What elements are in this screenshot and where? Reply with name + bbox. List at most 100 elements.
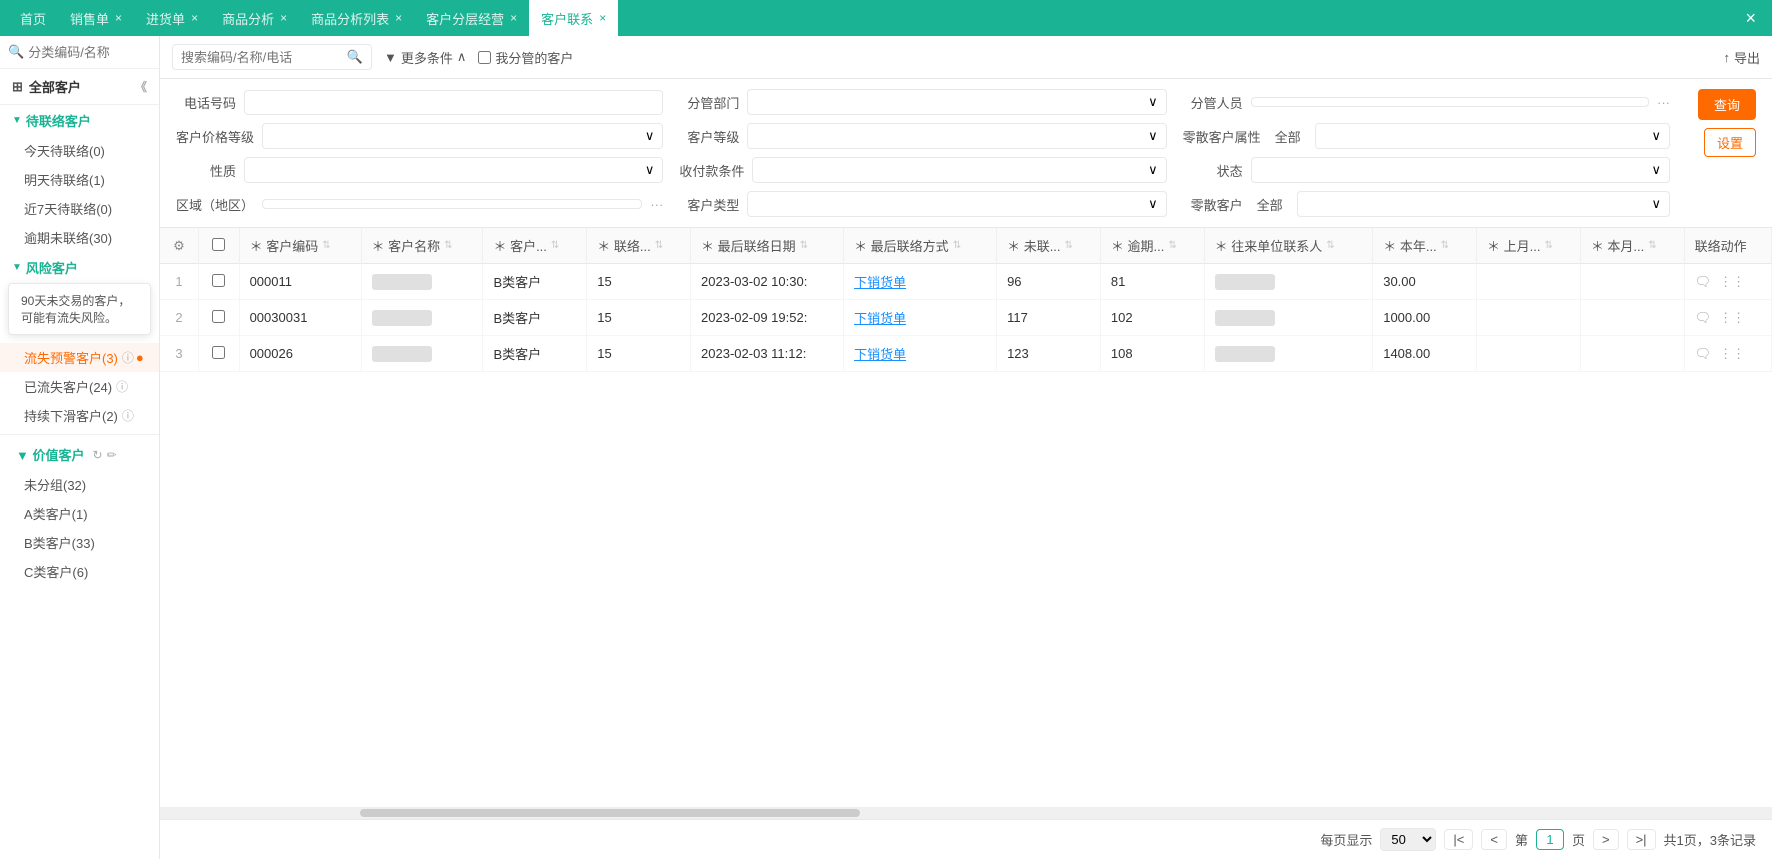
nature-select[interactable]: ∨ [244,157,663,183]
action-icon-more[interactable]: ⋮⋮ [1719,310,1745,326]
prev-page-btn[interactable]: < [1481,829,1507,850]
row-checkbox[interactable] [212,274,225,287]
cell-code: 000026 [239,336,361,372]
tab-analysis-list[interactable]: 商品分析列表 × [299,0,414,36]
th-name[interactable]: ＊ 客户名称 ⇅ [361,228,483,264]
cell-this-year: 1408.00 [1373,336,1477,372]
th-overdue[interactable]: ＊ 逾期... ⇅ [1100,228,1204,264]
query-button[interactable]: 查询 [1698,89,1756,120]
tab-sales-close[interactable]: × [115,11,122,25]
tab-customer-layers[interactable]: 客户分层经营 × [414,0,529,36]
cell-last-method[interactable]: 下销货单 [844,336,997,372]
person-select[interactable] [1251,97,1649,107]
tab-analysis-list-close[interactable]: × [395,11,402,25]
last-page-btn[interactable]: >| [1627,829,1656,850]
blurred-name [372,346,432,362]
next-page-btn[interactable]: > [1593,829,1619,850]
sidebar-group-value[interactable]: ▼ 价值客户 [16,445,85,464]
select-all-checkbox[interactable] [212,238,225,251]
edit-icon[interactable]: ✏ [107,448,117,462]
region-select[interactable] [262,199,642,209]
customer-type-select[interactable]: ∨ [747,191,1166,217]
sidebar-item-churned[interactable]: 已流失客户(24) ⓘ [0,372,159,401]
retail-attr-select[interactable]: ∨ [1315,123,1670,149]
export-btn[interactable]: ↑ 导出 [1723,48,1760,67]
status-select[interactable]: ∨ [1251,157,1670,183]
cell-last-method[interactable]: 下销货单 [844,264,997,300]
tab-analysis[interactable]: 商品分析 × [210,0,299,36]
th-contact[interactable]: ＊ 联络... ⇅ [587,228,691,264]
retail-select[interactable]: ∨ [1297,191,1670,217]
th-contact-person[interactable]: ＊ 往来单位联系人 ⇅ [1204,228,1373,264]
action-icon-chat[interactable]: 🗨 [1695,310,1712,326]
th-checkbox[interactable] [198,228,239,264]
sidebar-search-input[interactable] [28,45,151,60]
action-icon-more[interactable]: ⋮⋮ [1719,274,1745,290]
settings-button[interactable]: 设置 [1704,128,1756,157]
link-method[interactable]: 下销货单 [854,347,906,362]
person-more-icon[interactable]: ··· [1657,95,1670,110]
price-level-select[interactable]: ∨ [262,123,663,149]
region-more-icon[interactable]: ··· [650,197,663,212]
window-close-button[interactable]: × [1737,8,1764,29]
th-code[interactable]: ＊ 客户编码 ⇅ [239,228,361,264]
search-icon[interactable]: 🔍 [347,49,363,65]
link-method[interactable]: 下销货单 [854,311,906,326]
search-input[interactable] [181,50,347,65]
th-this-month[interactable]: ＊ 本月... ⇅ [1580,228,1684,264]
th-this-year[interactable]: ＊ 本年... ⇅ [1373,228,1477,264]
th-last-date[interactable]: ＊ 最后联络日期 ⇅ [691,228,844,264]
sidebar-item-ungrouped[interactable]: 未分组(32) [0,470,159,499]
tab-analysis-close[interactable]: × [280,11,287,25]
tab-customer-layers-close[interactable]: × [510,11,517,25]
payment-select[interactable]: ∨ [752,157,1166,183]
phone-input[interactable] [244,90,663,115]
my-customers-checkbox[interactable]: 我分管的客户 [478,48,573,67]
tab-sales[interactable]: 销售单 × [58,0,134,36]
cell-check[interactable] [198,300,239,336]
sidebar-item-week[interactable]: 近7天待联络(0) [0,194,159,223]
more-conditions-btn[interactable]: ▼ 更多条件 ∧ [384,48,466,67]
sidebar-item-class-a[interactable]: A类客户(1) [0,499,159,528]
horizontal-scrollbar[interactable] [160,807,1772,819]
sidebar-item-today[interactable]: 今天待联络(0) [0,136,159,165]
action-icon-chat[interactable]: 🗨 [1695,274,1712,290]
first-page-btn[interactable]: |< [1444,829,1473,850]
sidebar-item-churn-warning[interactable]: 流失预警客户(3) ⓘ ● [0,343,159,372]
sidebar-all-customers[interactable]: ⊞ 全部客户 《 [0,69,159,105]
row-checkbox[interactable] [212,346,225,359]
scrollbar-thumb[interactable] [360,809,860,817]
tab-customer-contact[interactable]: 客户联系 × [529,0,618,36]
page-size-select[interactable]: 50 100 200 [1380,828,1436,851]
th-last-method[interactable]: ＊ 最后联络方式 ⇅ [844,228,997,264]
sidebar-item-class-c[interactable]: C类客户(6) [0,557,159,586]
action-icon-chat[interactable]: 🗨 [1695,346,1712,362]
sidebar-group-risk[interactable]: ▼ 风险客户 [0,252,159,283]
cell-this-month [1580,336,1684,372]
dept-select[interactable]: ∨ [747,89,1166,115]
th-not-contacted[interactable]: ＊ 未联... ⇅ [997,228,1101,264]
sidebar-item-class-b[interactable]: B类客户(33) [0,528,159,557]
tab-customer-contact-close[interactable]: × [599,11,606,25]
tab-home[interactable]: 首页 [8,0,58,36]
tab-purchase-close[interactable]: × [191,11,198,25]
sidebar-item-overdue[interactable]: 逾期未联络(30) [0,223,159,252]
sidebar-item-tomorrow[interactable]: 明天待联络(1) [0,165,159,194]
filter-price-level: 客户价格等级 ∨ [176,123,663,149]
sidebar-item-declining[interactable]: 持续下滑客户(2) ⓘ [0,401,159,430]
sidebar-group-pending[interactable]: ▼ 待联络客户 [0,105,159,136]
row-checkbox[interactable] [212,310,225,323]
cell-last-method[interactable]: 下销货单 [844,300,997,336]
gear-icon[interactable]: ⚙ [173,238,185,253]
customer-grade-select[interactable]: ∨ [747,123,1166,149]
th-index[interactable]: ⚙ [160,228,198,264]
refresh-icon[interactable]: ↻ [93,448,103,462]
my-customers-check-input[interactable] [478,51,491,64]
tab-purchase[interactable]: 进货单 × [134,0,210,36]
cell-check[interactable] [198,264,239,300]
cell-check[interactable] [198,336,239,372]
link-method[interactable]: 下销货单 [854,275,906,290]
action-icon-more[interactable]: ⋮⋮ [1719,346,1745,362]
th-last-month[interactable]: ＊ 上月... ⇅ [1477,228,1581,264]
th-type[interactable]: ＊ 客户... ⇅ [483,228,587,264]
